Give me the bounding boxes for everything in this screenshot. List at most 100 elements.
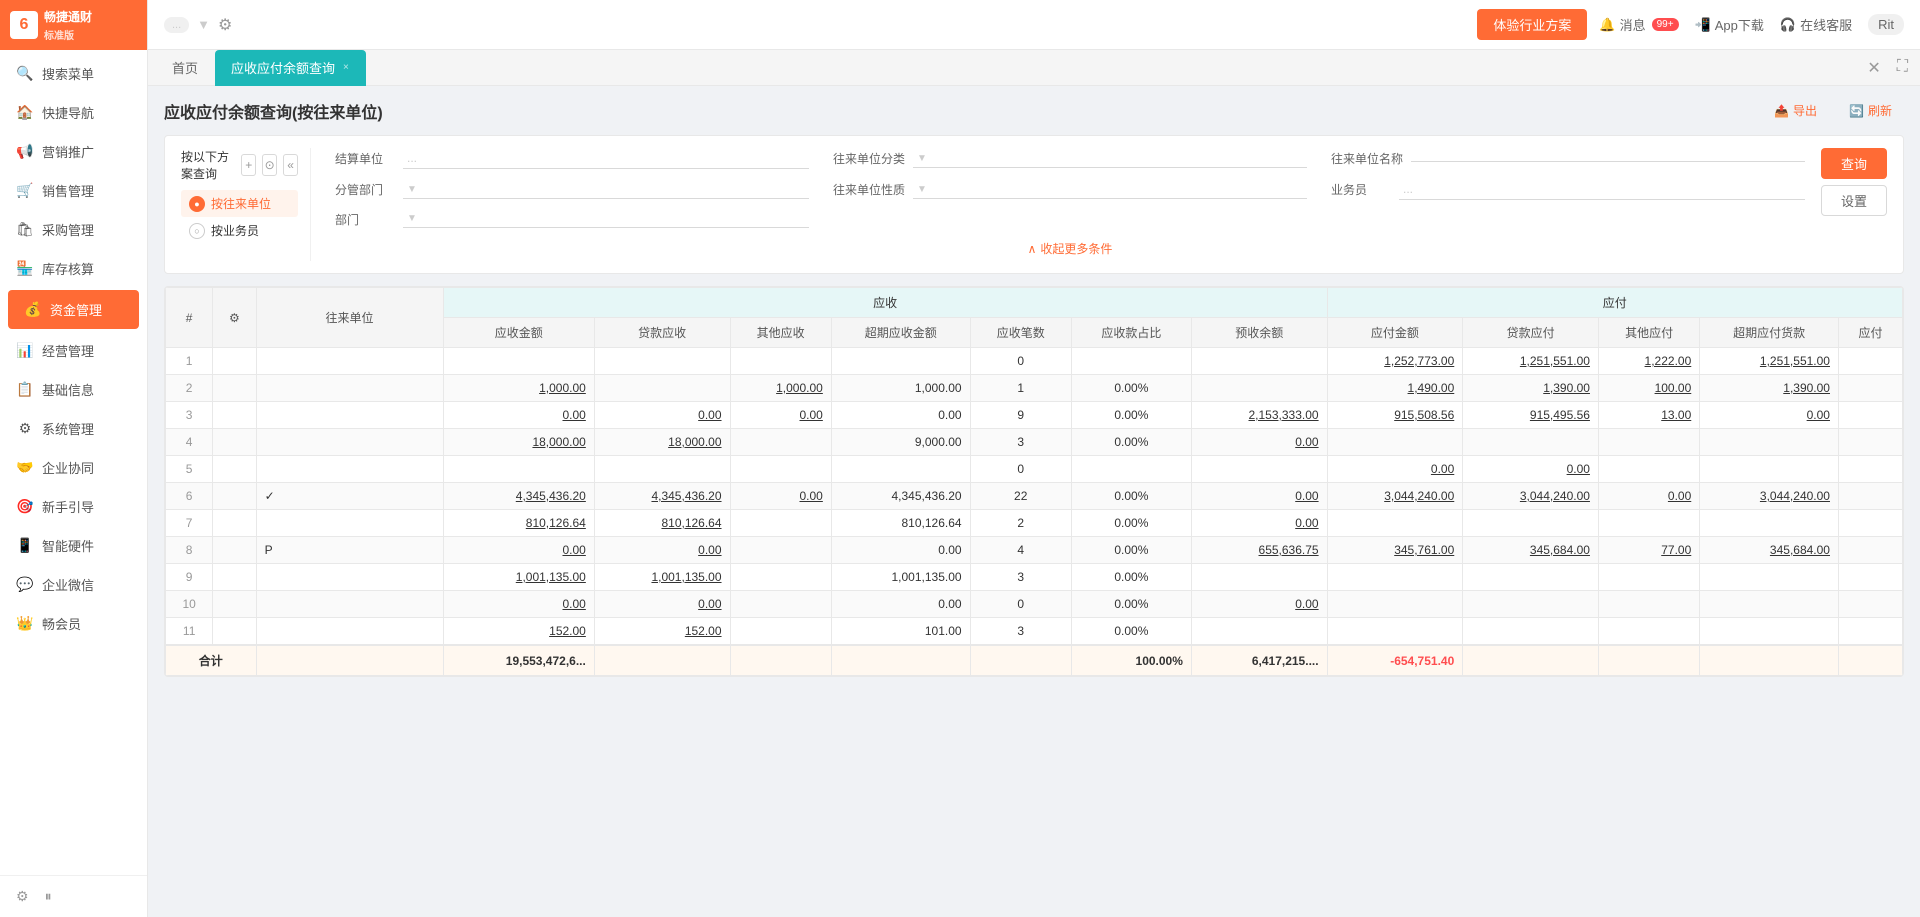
notification-btn[interactable]: 🔔 消息 99+: [1599, 15, 1678, 34]
col-settings[interactable]: ⚙: [213, 288, 256, 348]
cell-dk-ys[interactable]: 18,000.00: [594, 429, 730, 456]
cell-other-ys[interactable]: 0.00: [730, 402, 831, 429]
cell-yf-amount[interactable]: 1,490.00: [1327, 375, 1463, 402]
sidebar-item-search-menu[interactable]: 🔍 搜索菜单: [0, 54, 147, 93]
cell-ys-amount[interactable]: 152.00: [443, 618, 594, 646]
sidebar-item-basic[interactable]: 📋 基础信息: [0, 370, 147, 409]
cell-ys-count: 22: [970, 483, 1071, 510]
cell-yf-amount[interactable]: 915,508.56: [1327, 402, 1463, 429]
cell-overdue-yf[interactable]: 345,684.00: [1700, 537, 1839, 564]
collapse-filter-btn[interactable]: «: [283, 154, 298, 176]
tab-close-icon[interactable]: ×: [343, 62, 349, 73]
cell-other-yf[interactable]: 77.00: [1598, 537, 1699, 564]
cell-dk-yf[interactable]: 0.00: [1463, 456, 1599, 483]
cell-dk-ys[interactable]: 0.00: [594, 402, 730, 429]
cell-ys-amount[interactable]: 1,001,135.00: [443, 564, 594, 591]
sidebar-item-member[interactable]: 👑 畅会员: [0, 604, 147, 643]
sidebar-item-wechat[interactable]: 💬 企业微信: [0, 565, 147, 604]
cta-button[interactable]: 体验行业方案: [1477, 9, 1587, 40]
cell-yushou[interactable]: 655,636.75: [1191, 537, 1327, 564]
sidebar-item-guide[interactable]: 🎯 新手引导: [0, 487, 147, 526]
gear-icon[interactable]: ⚙: [218, 15, 232, 35]
settings-filter-btn[interactable]: ⊙: [262, 154, 277, 176]
cell-yushou[interactable]: 0.00: [1191, 510, 1327, 537]
cell-overdue-yf[interactable]: 3,044,240.00: [1700, 483, 1839, 510]
cell-overdue-ys: 810,126.64: [831, 510, 970, 537]
user-info[interactable]: Rit: [1868, 14, 1904, 35]
cell-dk-yf[interactable]: 1,251,551.00: [1463, 348, 1599, 375]
sidebar-item-finance[interactable]: 💰 资金管理: [8, 290, 139, 329]
cell-other-yf[interactable]: 100.00: [1598, 375, 1699, 402]
cell-dk-ys[interactable]: 0.00: [594, 591, 730, 618]
cell-other-ys[interactable]: 0.00: [730, 483, 831, 510]
cell-dk-ys[interactable]: 152.00: [594, 618, 730, 646]
cell-other-yf[interactable]: 1,222.00: [1598, 348, 1699, 375]
cell-ys-amount[interactable]: 810,126.64: [443, 510, 594, 537]
settings-footer-icon[interactable]: ⚙: [16, 888, 29, 905]
sidebar-item-sales[interactable]: 🛒 销售管理: [0, 171, 147, 210]
cell-ys-amount[interactable]: 18,000.00: [443, 429, 594, 456]
wanglai-name-input[interactable]: [1411, 155, 1805, 162]
cell-ys-amount[interactable]: 0.00: [443, 537, 594, 564]
cell-dk-yf[interactable]: 1,390.00: [1463, 375, 1599, 402]
window-close-icon[interactable]: ✕: [1863, 54, 1884, 82]
cell-yf-amount[interactable]: 3,044,240.00: [1327, 483, 1463, 510]
cell-other-yf[interactable]: 0.00: [1598, 483, 1699, 510]
sidebar-item-inventory[interactable]: 🏪 库存核算: [0, 249, 147, 288]
cell-other-ys[interactable]: 1,000.00: [730, 375, 831, 402]
cell-dk-yf[interactable]: 3,044,240.00: [1463, 483, 1599, 510]
wanglai-xingzhi-select[interactable]: ▼: [913, 181, 1307, 199]
cell-ys-ratio: 0.00%: [1071, 618, 1191, 646]
cell-overdue-yf[interactable]: 0.00: [1700, 402, 1839, 429]
cell-ys-amount[interactable]: 0.00: [443, 591, 594, 618]
option-by-unit[interactable]: ● 按往来单位: [181, 190, 298, 217]
sidebar-item-system[interactable]: ⚙ 系统管理: [0, 409, 147, 448]
refresh-button[interactable]: 🔄 刷新: [1837, 98, 1904, 123]
cell-yushou[interactable]: 0.00: [1191, 591, 1327, 618]
sidebar-item-cooperation[interactable]: 🤝 企业协同: [0, 448, 147, 487]
cell-dk-ys[interactable]: 4,345,436.20: [594, 483, 730, 510]
sidebar-item-purchase[interactable]: 🛍 采购管理: [0, 210, 147, 249]
cell-yf-amount[interactable]: 1,252,773.00: [1327, 348, 1463, 375]
sidebar-item-marketing[interactable]: 📢 营销推广: [0, 132, 147, 171]
cell-yushou[interactable]: 0.00: [1191, 483, 1327, 510]
add-filter-btn[interactable]: +: [241, 154, 256, 176]
maximize-icon[interactable]: ⛶: [1893, 54, 1912, 82]
query-button[interactable]: 查询: [1821, 148, 1887, 179]
cell-overdue-yf[interactable]: 1,251,551.00: [1700, 348, 1839, 375]
cell-yf-amount: [1327, 510, 1463, 537]
cell-dk-yf[interactable]: 915,495.56: [1463, 402, 1599, 429]
cell-overdue-yf[interactable]: 1,390.00: [1700, 375, 1839, 402]
wanglai-fenl-select[interactable]: ▼: [913, 150, 1307, 168]
tab-current[interactable]: 应收应付余额查询 ×: [215, 50, 366, 86]
cell-dk-ys[interactable]: 810,126.64: [594, 510, 730, 537]
cell-yushou[interactable]: 2,153,333.00: [1191, 402, 1327, 429]
set-button[interactable]: 设置: [1821, 185, 1887, 216]
export-button[interactable]: 📤 导出: [1762, 98, 1829, 123]
app-download-btn[interactable]: 📲 App下载: [1695, 15, 1764, 34]
yewuyuan-input[interactable]: ...: [1399, 179, 1805, 200]
cell-yf-amount[interactable]: 0.00: [1327, 456, 1463, 483]
fenguan-select[interactable]: ▼: [403, 181, 809, 199]
cell-dk-ys[interactable]: 1,001,135.00: [594, 564, 730, 591]
cell-yushou[interactable]: 0.00: [1191, 429, 1327, 456]
cell-dk-yf[interactable]: 345,684.00: [1463, 537, 1599, 564]
sidebar-item-hardware[interactable]: 📱 智能硬件: [0, 526, 147, 565]
cell-ys-amount[interactable]: 0.00: [443, 402, 594, 429]
sidebar-item-operation[interactable]: 📊 经营管理: [0, 331, 147, 370]
service-btn[interactable]: 🎧 在线客服: [1780, 15, 1852, 34]
collapse-sidebar-btn[interactable]: ⏸: [45, 888, 52, 905]
option-by-salesman[interactable]: ○ 按业务员: [181, 217, 298, 244]
cell-other-yf[interactable]: 13.00: [1598, 402, 1699, 429]
cell-yf-amount[interactable]: 345,761.00: [1327, 537, 1463, 564]
cell-ys-amount[interactable]: 1,000.00: [443, 375, 594, 402]
cell-ys-amount[interactable]: 4,345,436.20: [443, 483, 594, 510]
bumen-select[interactable]: ▼: [403, 210, 809, 228]
jiesuan-input[interactable]: ...: [403, 148, 809, 169]
cell-dk-ys[interactable]: 0.00: [594, 537, 730, 564]
tab-home[interactable]: 首页: [156, 50, 215, 86]
cell-mark: [213, 510, 256, 537]
sidebar-item-quick-nav[interactable]: 🏠 快捷导航: [0, 93, 147, 132]
cell-other-yf: [1598, 618, 1699, 646]
collapse-more-btn[interactable]: ∧ 收起更多条件: [335, 236, 1805, 261]
